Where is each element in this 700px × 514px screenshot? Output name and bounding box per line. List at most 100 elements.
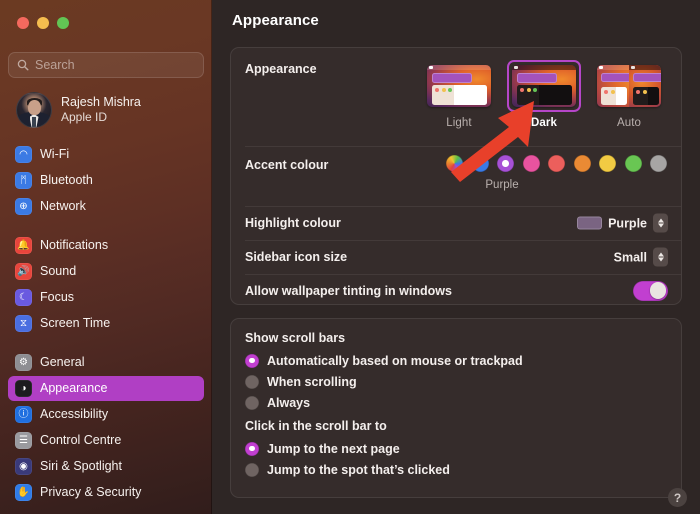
privacy-icon: ✋: [15, 484, 32, 501]
show-scroll-bars-group: Show scroll bars Automatically based on …: [245, 331, 523, 413]
avatar: [16, 92, 52, 128]
show-scroll-bars-title: Show scroll bars: [245, 331, 346, 345]
accent-swatch-graphite[interactable]: [650, 155, 667, 172]
radio-button[interactable]: [245, 441, 259, 456]
sidebar-item-label: Notifications: [40, 238, 109, 253]
radio-button[interactable]: [245, 395, 259, 410]
nav-group: ◠ Wi-Fi ᛗ Bluetooth ⊕ Network: [0, 142, 212, 219]
appearance-icon: ◑: [15, 380, 32, 397]
help-button[interactable]: ?: [668, 488, 687, 507]
accent-swatch-red[interactable]: [548, 155, 565, 172]
radio-button[interactable]: [245, 462, 259, 477]
bluetooth-icon: ᛗ: [15, 172, 32, 189]
sidebar-nav: ◠ Wi-Fi ᛗ Bluetooth ⊕ Network 🔔 Notifications 🔊 S…: [0, 142, 212, 514]
sidebar-item-accessibility[interactable]: ⓘ Accessibility: [8, 402, 204, 427]
zoom-button[interactable]: [57, 17, 69, 29]
wallpaper-tinting-row: Allow wallpaper tinting in windows: [231, 274, 681, 307]
divider: [245, 240, 681, 241]
sidebar-item-control-centre[interactable]: ☰ Control Centre: [8, 428, 204, 453]
show-scroll-bars-option[interactable]: Automatically based on mouse or trackpad: [245, 350, 523, 371]
scroll-bar-click-group: Click in the scroll bar to Jump to the n…: [245, 419, 450, 480]
network-icon: ⊕: [15, 198, 32, 215]
sidebar-item-bluetooth[interactable]: ᛗ Bluetooth: [8, 168, 204, 193]
radio-button[interactable]: [245, 353, 259, 368]
accent-colour-row: Accent colour Purple: [231, 146, 681, 206]
accent-colour-label: Accent colour: [245, 158, 329, 172]
system-settings-window: Rajesh Mishra Apple ID ◠ Wi-Fi ᛗ Bluetooth ⊕…: [0, 0, 700, 514]
accent-swatch-purple[interactable]: [497, 155, 514, 172]
sidebar-icon-size-dropdown[interactable]: Small: [609, 248, 650, 266]
notifications-icon: 🔔: [15, 237, 32, 254]
accent-swatch-green[interactable]: [624, 155, 642, 172]
theme-option-dark[interactable]: Dark: [506, 60, 582, 129]
sidebar-icon-size-label: Sidebar icon size: [245, 250, 348, 264]
sidebar-item-siri-spotlight[interactable]: ◉ Siri & Spotlight: [8, 454, 204, 479]
radio-label: Automatically based on mouse or trackpad: [267, 353, 523, 368]
chevron-updown-icon[interactable]: [653, 213, 668, 233]
main-content: Appearance Appearance Light Dark Auto Ac…: [212, 0, 700, 514]
theme-label-auto: Auto: [616, 117, 642, 129]
sidebar-item-label: Focus: [40, 290, 75, 305]
sidebar-item-label: Siri & Spotlight: [40, 459, 122, 474]
theme-option-auto[interactable]: Auto: [591, 60, 667, 129]
nav-group-separator: [0, 220, 212, 233]
accent-colour-name: Purple: [485, 179, 519, 191]
accent-swatch-blue[interactable]: [471, 155, 489, 172]
account-row[interactable]: Rajesh Mishra Apple ID: [10, 88, 202, 132]
sound-icon: 🔊: [15, 263, 32, 280]
sidebar-item-notifications[interactable]: 🔔 Notifications: [8, 233, 204, 258]
search-icon: [17, 59, 29, 71]
divider: [245, 146, 681, 147]
wallpaper-tinting-toggle[interactable]: [633, 280, 668, 301]
sidebar-item-screen-time[interactable]: ⧖ Screen Time: [8, 311, 204, 336]
accent-swatch-orange[interactable]: [573, 155, 591, 172]
highlight-colour-dropdown[interactable]: Purple: [572, 214, 650, 232]
sidebar-item-sound[interactable]: 🔊 Sound: [8, 259, 204, 284]
close-button[interactable]: [17, 17, 29, 29]
minimize-button[interactable]: [37, 17, 49, 29]
accent-swatch-multicolour[interactable]: [446, 155, 463, 172]
accent-swatch-selected-indicator: [502, 160, 509, 167]
search-input[interactable]: [35, 58, 195, 72]
sidebar-item-privacy-security[interactable]: ✋ Privacy & Security: [8, 480, 204, 505]
accent-swatch-yellow[interactable]: [599, 155, 616, 172]
account-name: Rajesh Mishra: [61, 95, 141, 109]
sidebar-item-appearance[interactable]: ◑ Appearance: [8, 376, 204, 401]
theme-option-light[interactable]: Light: [421, 60, 497, 129]
nav-group-separator: [0, 337, 212, 350]
traffic-lights: [17, 17, 69, 29]
sidebar-item-general[interactable]: ⚙ General: [8, 350, 204, 375]
sidebar-item-label: Wi-Fi: [40, 147, 70, 162]
scroll-bar-click-option[interactable]: Jump to the next page: [245, 438, 450, 459]
general-icon: ⚙: [15, 354, 32, 371]
scroll-bar-click-option[interactable]: Jump to the spot that’s clicked: [245, 459, 450, 480]
nav-group: 🔔 Notifications 🔊 Sound ☾ Focus ⧖ Screen Time: [0, 233, 212, 336]
sidebar-item-focus[interactable]: ☾ Focus: [8, 285, 204, 310]
show-scroll-bars-option[interactable]: Always: [245, 392, 523, 413]
sidebar: Rajesh Mishra Apple ID ◠ Wi-Fi ᛗ Bluetooth ⊕…: [0, 0, 212, 514]
theme-thumbnail-light: [427, 65, 491, 107]
sidebar-item-label: Privacy & Security: [40, 485, 142, 500]
radio-button[interactable]: [245, 374, 259, 389]
nav-group: ⚙ General ◑ Appearance ⓘ Accessibility ☰ Contro…: [0, 350, 212, 505]
scroll-bar-settings-card: Show scroll bars Automatically based on …: [230, 318, 682, 498]
divider: [245, 206, 681, 207]
accent-colour-picker: Purple: [429, 155, 667, 191]
sidebar-item-label: Accessibility: [40, 407, 109, 422]
chevron-updown-icon[interactable]: [653, 247, 668, 267]
accent-swatch-pink[interactable]: [522, 155, 540, 172]
theme-label-light: Light: [446, 117, 472, 129]
appearance-row: Appearance Light Dark Auto: [231, 48, 681, 146]
account-subtitle: Apple ID: [61, 110, 108, 124]
sidebar-item-wi-fi[interactable]: ◠ Wi-Fi: [8, 142, 204, 167]
highlight-colour-label: Highlight colour: [245, 216, 341, 230]
sidebar-item-network[interactable]: ⊕ Network: [8, 194, 204, 219]
screen-time-icon: ⧖: [15, 315, 32, 332]
highlight-colour-swatch: [577, 216, 603, 230]
sidebar-icon-size-row: Sidebar icon size Small: [231, 240, 681, 274]
scroll-bar-click-title: Click in the scroll bar to: [245, 419, 387, 433]
search-field[interactable]: [8, 52, 204, 78]
siri-icon: ◉: [15, 458, 32, 475]
sidebar-item-label: Sound: [40, 264, 77, 279]
show-scroll-bars-option[interactable]: When scrolling: [245, 371, 523, 392]
